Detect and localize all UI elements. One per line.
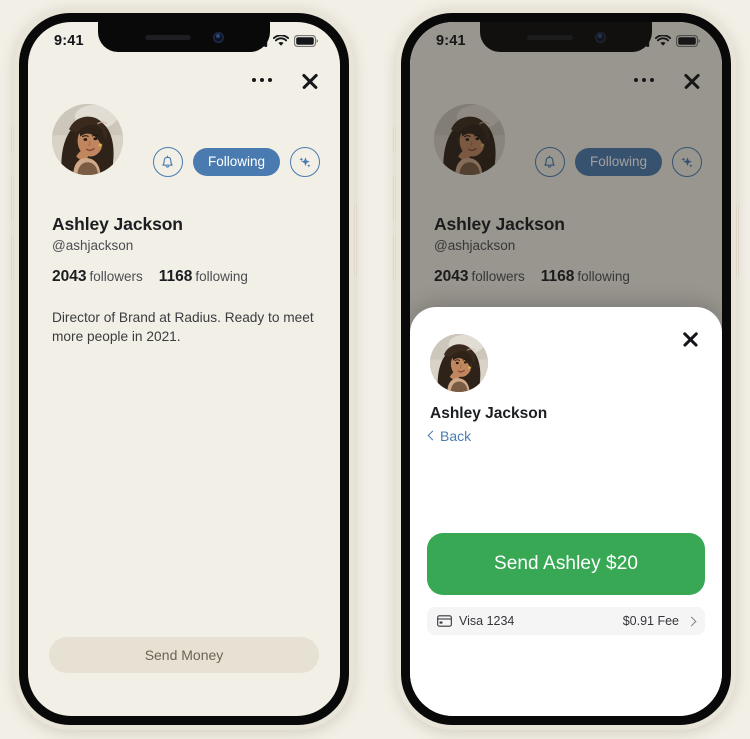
chevron-left-icon: [427, 430, 438, 441]
followers-stat[interactable]: 2043 followers: [52, 268, 143, 286]
profile-page-left: Following Ashley Jackson @ashjackson 204…: [28, 22, 340, 716]
avatar[interactable]: [52, 104, 123, 175]
front-camera-icon: [212, 31, 224, 43]
notify-bell-button[interactable]: [152, 147, 183, 177]
silent-switch[interactable]: [393, 126, 396, 152]
send-payment-button[interactable]: Send Ashley $20: [427, 533, 705, 595]
wifi-icon: [273, 35, 289, 46]
silent-switch[interactable]: [11, 126, 14, 152]
fee-label: $0.91 Fee: [622, 614, 679, 628]
phone-bezel-right: Following Ashley Jackson @ashjackson 204…: [401, 13, 731, 725]
back-link[interactable]: Back: [427, 428, 472, 444]
bell-icon: [162, 155, 174, 168]
profile-bio: Director of Brand at Radius. Ready to me…: [52, 310, 314, 345]
phone-screen-left: 9:41 Following Ashley Jackson @ashjackso…: [28, 22, 340, 716]
following-button[interactable]: Following: [192, 147, 280, 177]
volume-up-button[interactable]: [11, 176, 14, 222]
sparkle-button[interactable]: [290, 147, 320, 177]
profile-topbar-left: [251, 70, 321, 90]
sheet-recipient-name: Ashley Jackson: [430, 405, 548, 422]
payment-method-right: $0.91 Fee: [622, 614, 697, 628]
phone-mockup-left: 9:41 Following Ashley Jackson @ashjackso…: [11, 8, 357, 730]
close-icon[interactable]: [300, 70, 320, 90]
send-money-button[interactable]: Send Money: [49, 637, 319, 673]
power-button[interactable]: [354, 204, 357, 278]
status-time: 9:41: [54, 33, 84, 49]
payment-method-row[interactable]: Visa 1234 $0.91 Fee: [427, 607, 705, 635]
earpiece-speaker-icon: [144, 34, 191, 40]
volume-up-button[interactable]: [393, 176, 396, 222]
credit-card-icon: [437, 615, 452, 627]
avatar-photo: [52, 104, 123, 175]
following-label: following: [195, 269, 248, 284]
volume-down-button[interactable]: [393, 234, 396, 280]
card-label: Visa 1234: [459, 614, 515, 628]
profile-name: Ashley Jackson: [52, 214, 183, 234]
sheet-close-icon[interactable]: [681, 328, 700, 347]
profile-handle: @ashjackson: [52, 238, 134, 253]
following-count: 1168: [158, 268, 193, 285]
sparkle-icon: [299, 157, 311, 168]
power-button[interactable]: [736, 204, 739, 278]
battery-icon: [294, 35, 318, 47]
profile-stats: 2043 followers 1168 following: [52, 268, 248, 286]
back-label: Back: [440, 428, 472, 444]
sheet-avatar[interactable]: [430, 334, 488, 392]
payment-sheet: Ashley Jackson Back Send Ashley $20 Visa…: [410, 307, 722, 716]
avatar-photo: [430, 334, 488, 392]
phone-bezel-left: 9:41 Following Ashley Jackson @ashjackso…: [19, 13, 349, 725]
followers-count: 2043: [52, 268, 87, 285]
phone-mockup-right: Following Ashley Jackson @ashjackson 204…: [393, 8, 739, 730]
payment-method-left: Visa 1234: [437, 614, 514, 628]
followers-label: followers: [89, 269, 143, 284]
volume-down-button[interactable]: [11, 234, 14, 280]
notch: [98, 22, 270, 52]
screenshot-canvas: 9:41 Following Ashley Jackson @ashjackso…: [0, 0, 750, 739]
more-horizontal-icon[interactable]: [251, 77, 272, 83]
chevron-right-icon: [686, 616, 697, 626]
phone-screen-right: Following Ashley Jackson @ashjackson 204…: [410, 22, 722, 716]
profile-actions-left: Following: [152, 147, 320, 177]
following-stat[interactable]: 1168 following: [159, 268, 248, 286]
